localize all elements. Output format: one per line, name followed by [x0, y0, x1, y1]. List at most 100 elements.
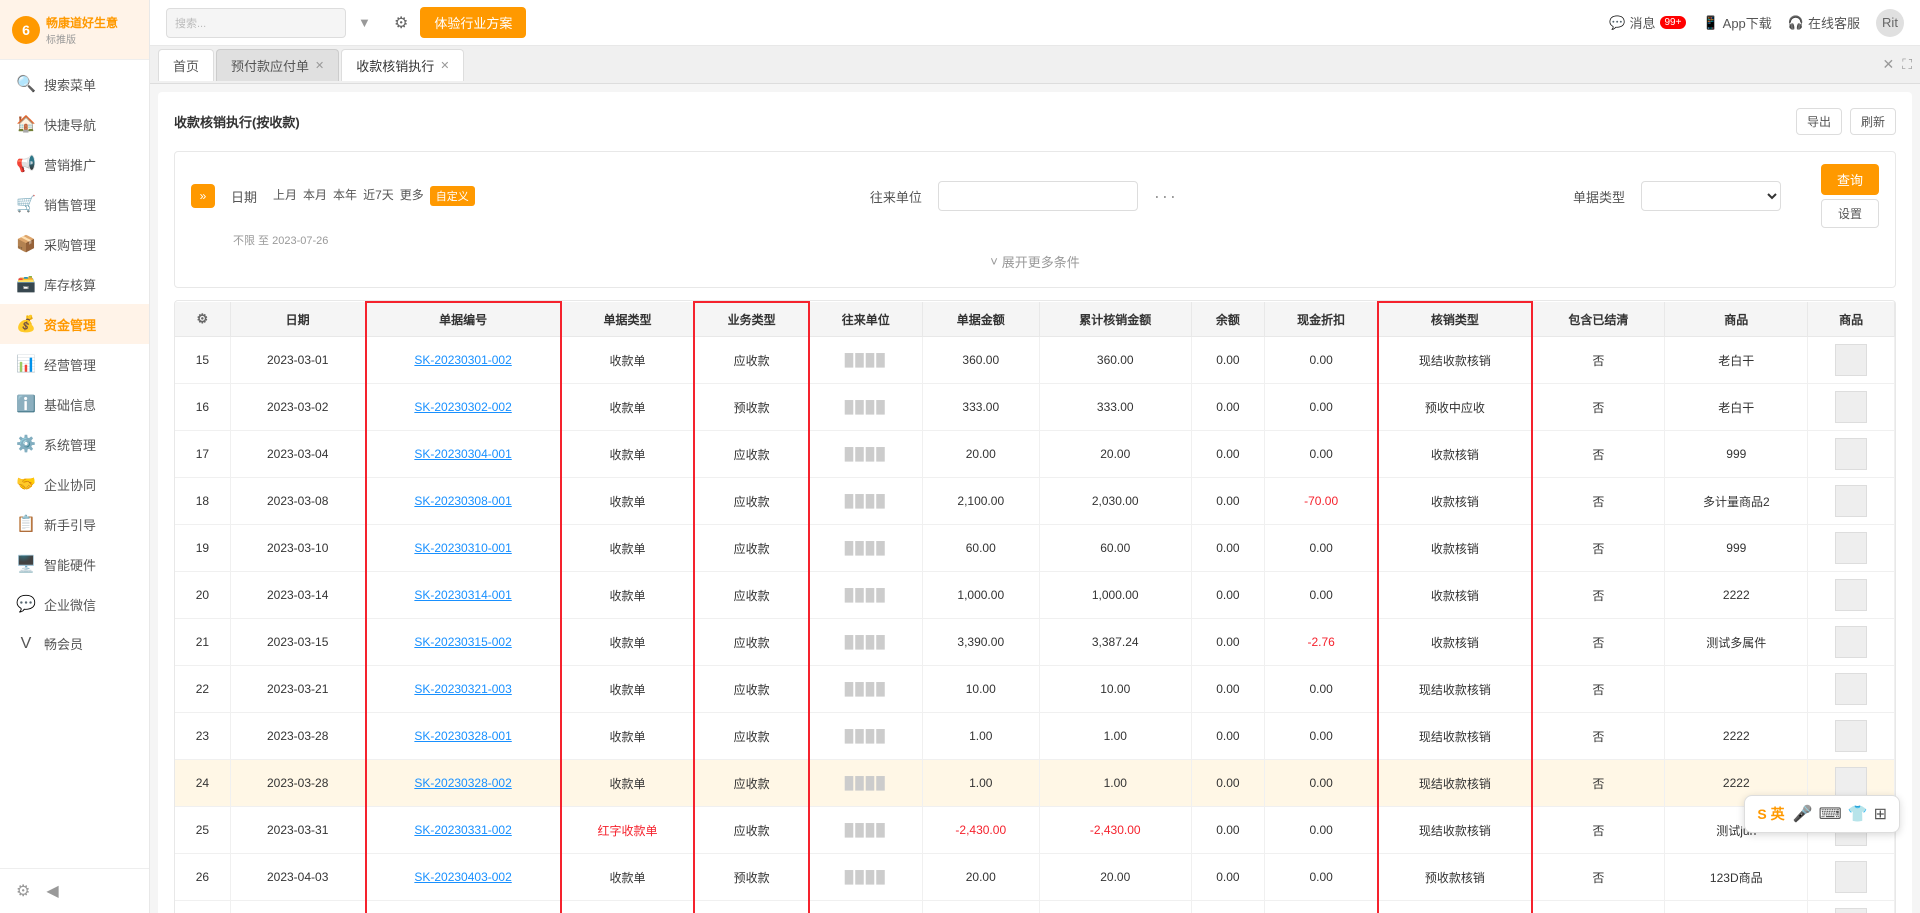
table-cell-12-1: 2023-04-08 — [230, 901, 365, 913]
table-cell-12-8: 0.00 — [1191, 901, 1264, 913]
gear-col-icon[interactable]: ⚙ — [197, 311, 209, 326]
col-header-3: 单据类型 — [561, 302, 695, 337]
table-cell-0-8: 0.00 — [1191, 337, 1264, 384]
table-cell-12-5: ████ — [809, 901, 922, 913]
table-cell-9-2[interactable]: SK-20230328-002 — [366, 760, 561, 807]
table-cell-0-2[interactable]: SK-20230301-002 — [366, 337, 561, 384]
maximize-window-button[interactable]: ⛶ — [1902, 56, 1912, 73]
table-cell-7-2[interactable]: SK-20230321-003 — [366, 666, 561, 713]
sidebar-item-hardware[interactable]: 🖥️智能硬件 — [0, 544, 149, 584]
table-cell-2-6: 20.00 — [922, 431, 1039, 478]
col-header-0: ⚙ — [175, 302, 230, 337]
grid-icon[interactable]: ⊞ — [1874, 804, 1887, 824]
table-row: 222023-03-21SK-20230321-003收款单应收款████10.… — [175, 666, 1895, 713]
table-cell-12-2[interactable]: SK-20230408-001 — [366, 901, 561, 913]
table-cell-3-10: 收款核销 — [1378, 478, 1531, 525]
export-button[interactable]: 导出 — [1796, 108, 1842, 135]
sidebar-item-sales[interactable]: 🛒销售管理 — [0, 184, 149, 224]
goods-thumbnail — [1835, 579, 1867, 611]
table-cell-2-4: 应收款 — [694, 431, 808, 478]
refresh-button[interactable]: 刷新 — [1850, 108, 1896, 135]
table-cell-3-2[interactable]: SK-20230308-001 — [366, 478, 561, 525]
goods-thumbnail — [1835, 626, 1867, 658]
sidebar-item-label: 销售管理 — [44, 195, 96, 214]
table-cell-11-2[interactable]: SK-20230403-002 — [366, 854, 561, 901]
sidebar-item-member[interactable]: V畅会员 — [0, 624, 149, 663]
table-cell-11-8: 0.00 — [1191, 854, 1264, 901]
table-cell-2-2[interactable]: SK-20230304-001 — [366, 431, 561, 478]
custom-date-link[interactable]: 自定义 — [430, 186, 475, 206]
table-cell-8-9: 0.00 — [1265, 713, 1378, 760]
settings-icon[interactable]: ⚙ — [16, 881, 30, 901]
tshirt-icon[interactable]: 👕 — [1848, 804, 1868, 824]
sidebar-item-marketing[interactable]: 📢 营销推广 — [0, 144, 149, 184]
tab-home[interactable]: 首页 — [158, 49, 214, 81]
basic-icon: ℹ️ — [16, 394, 36, 414]
table-cell-0-7: 360.00 — [1039, 337, 1191, 384]
tab-close-icon[interactable]: ✕ — [315, 59, 324, 72]
close-window-button[interactable]: ✕ — [1882, 56, 1894, 73]
table-cell-3-12: 多计量商品2 — [1665, 478, 1808, 525]
solution-button[interactable]: 体验行业方案 — [420, 7, 526, 38]
message-button[interactable]: 💬 消息 99+ — [1609, 13, 1686, 32]
table-cell-1-9: 0.00 — [1265, 384, 1378, 431]
table-cell-8-4: 应收款 — [694, 713, 808, 760]
query-button[interactable]: 查询 — [1821, 164, 1879, 195]
table-cell-6-2[interactable]: SK-20230315-002 — [366, 619, 561, 666]
user-avatar[interactable]: Rit — [1876, 9, 1904, 37]
marketing-icon: 📢 — [16, 154, 36, 174]
gear-icon[interactable]: ⚙ — [394, 13, 408, 33]
table-cell-5-5: ████ — [809, 572, 922, 619]
sidebar-item-finance[interactable]: 💰资金管理 — [0, 304, 149, 344]
sidebar-item-basic[interactable]: ℹ️基础信息 — [0, 384, 149, 424]
sidebar-item-corp[interactable]: 🤝企业协同 — [0, 464, 149, 504]
tab-collect[interactable]: 收款核销执行✕ — [341, 49, 464, 81]
tab-close-icon[interactable]: ✕ — [440, 59, 449, 72]
table-cell-5-13 — [1808, 572, 1895, 619]
dropdown-arrow-icon[interactable]: ▼ — [358, 15, 378, 30]
filter-expand-button[interactable]: » — [191, 184, 215, 208]
app-download-button[interactable]: 📱 App下载 — [1702, 13, 1771, 32]
expand-conditions-button[interactable]: ˅ 展开更多条件 — [990, 252, 1080, 271]
sidebar-item-label: 采购管理 — [44, 235, 96, 254]
inventory-icon: 🗃️ — [16, 274, 36, 294]
tab-prepay[interactable]: 预付款应付单 ✕ — [216, 49, 339, 81]
table-cell-1-12: 老白干 — [1665, 384, 1808, 431]
sidebar-item-guide[interactable]: 📋新手引导 — [0, 504, 149, 544]
col-header-7: 累计核销金额 — [1039, 302, 1191, 337]
wechat-icon: 💬 — [16, 594, 36, 614]
table-cell-2-9: 0.00 — [1265, 431, 1378, 478]
last7-link[interactable]: 近7天 — [363, 186, 394, 206]
last-month-link[interactable]: 上月 — [273, 186, 297, 206]
table-cell-3-6: 2,100.00 — [922, 478, 1039, 525]
tab-label: 预付款应付单 — [231, 56, 309, 75]
table-cell-10-1: 2023-03-31 — [230, 807, 365, 854]
sidebar-item-search[interactable]: 🔍搜索菜单 — [0, 64, 149, 104]
sidebar-item-operation[interactable]: 📊经营管理 — [0, 344, 149, 384]
partner-dots[interactable]: ··· — [1154, 186, 1178, 207]
partner-input[interactable] — [938, 181, 1138, 211]
this-year-link[interactable]: 本年 — [333, 186, 357, 206]
sidebar-item-wechat[interactable]: 💬企业微信 — [0, 584, 149, 624]
table-cell-10-5: ████ — [809, 807, 922, 854]
table-cell-5-2[interactable]: SK-20230314-001 — [366, 572, 561, 619]
collapse-icon[interactable]: ◀ — [46, 881, 58, 901]
more-date-link[interactable]: 更多 — [400, 186, 424, 206]
keyboard-icon[interactable]: ⌨ — [1819, 804, 1842, 824]
bill-type-select[interactable] — [1641, 181, 1781, 211]
table-cell-5-12: 2222 — [1665, 572, 1808, 619]
mic-icon[interactable]: 🎤 — [1793, 804, 1813, 824]
customer-service-button[interactable]: 🎧 在线客服 — [1788, 13, 1860, 32]
sidebar-item-purchase[interactable]: 📦采购管理 — [0, 224, 149, 264]
table-cell-4-2[interactable]: SK-20230310-001 — [366, 525, 561, 572]
sidebar-item-inventory[interactable]: 🗃️库存核算 — [0, 264, 149, 304]
sidebar-item-quicknav[interactable]: 🏠快捷导航 — [0, 104, 149, 144]
table-cell-7-0: 22 — [175, 666, 230, 713]
sidebar-item-system[interactable]: ⚙️系统管理 — [0, 424, 149, 464]
table-cell-8-2[interactable]: SK-20230328-001 — [366, 713, 561, 760]
sidebar-item-label: 营销推广 — [44, 155, 96, 174]
filter-settings-button[interactable]: 设置 — [1821, 199, 1879, 228]
table-cell-10-2[interactable]: SK-20230331-002 — [366, 807, 561, 854]
table-cell-1-2[interactable]: SK-20230302-002 — [366, 384, 561, 431]
this-month-link[interactable]: 本月 — [303, 186, 327, 206]
